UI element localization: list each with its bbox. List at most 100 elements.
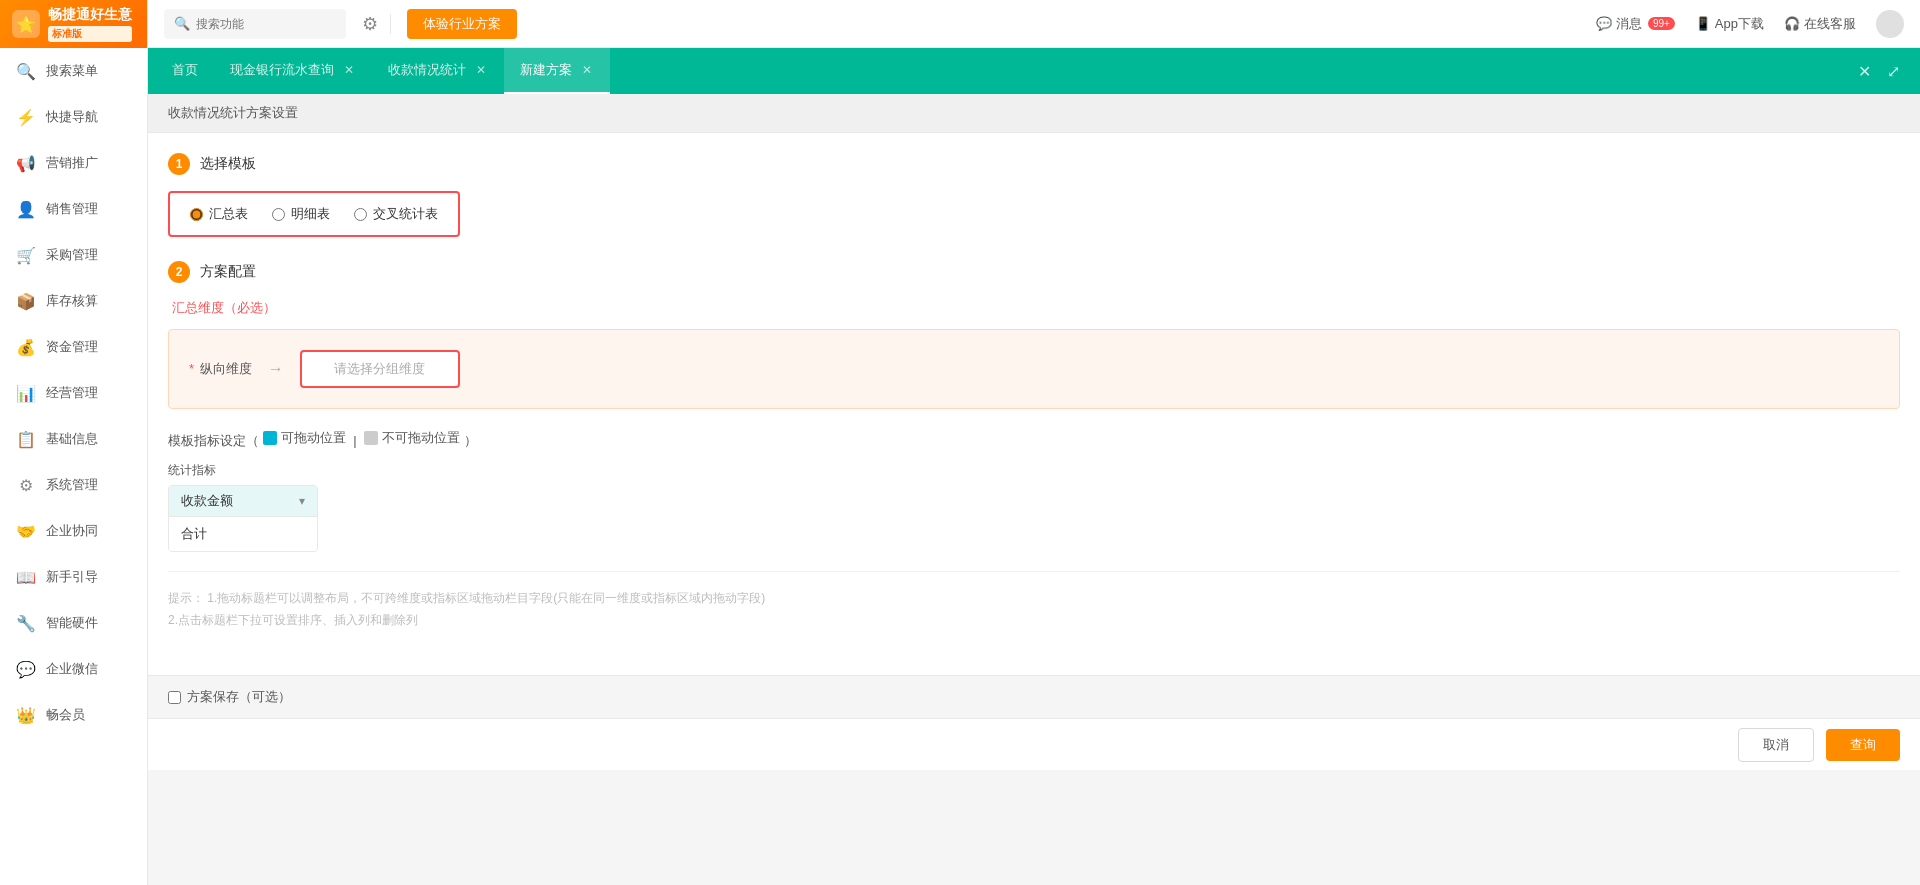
- download-icon: 📱: [1695, 16, 1711, 31]
- sidebar-item-sales[interactable]: 👤 销售管理: [0, 186, 147, 232]
- tab-home-label: 首页: [172, 61, 198, 79]
- sidebar-item-marketing[interactable]: 📢 营销推广: [0, 140, 147, 186]
- sidebar-item-quicknav[interactable]: ⚡ 快捷导航: [0, 94, 147, 140]
- sidebar-item-smart-hardware[interactable]: 🔧 智能硬件: [0, 600, 147, 646]
- sidebar-item-label: 销售管理: [46, 200, 98, 218]
- dimension-arrow: →: [268, 360, 284, 378]
- search-box[interactable]: 🔍: [164, 9, 346, 39]
- trial-button[interactable]: 体验行业方案: [407, 9, 517, 39]
- template-selection-box: 汇总表 明细表 交叉统计表: [168, 191, 460, 237]
- hint-area: 提示： 1.拖动标题栏可以调整布局，不可跨维度或指标区域拖动栏目字段(只能在同一…: [168, 571, 1900, 631]
- sidebar-item-label: 快捷导航: [46, 108, 98, 126]
- dimension-area: * 纵向维度 → 请选择分组维度: [168, 329, 1900, 409]
- content-area: 收款情况统计方案设置 1 选择模板 汇总表 明细表: [148, 94, 1920, 885]
- metrics-header-separator: |: [353, 433, 356, 448]
- sidebar-item-system[interactable]: ⚙ 系统管理: [0, 462, 147, 508]
- sidebar-item-guide[interactable]: 📖 新手引导: [0, 554, 147, 600]
- topbar-right: 💬 消息 99+ 📱 App下载 🎧 在线客服: [1596, 10, 1904, 38]
- radio-detail-input[interactable]: [272, 208, 285, 221]
- cancel-button[interactable]: 取消: [1738, 728, 1814, 762]
- metrics-row-label: 合计: [169, 517, 317, 551]
- tab-collection-close[interactable]: ✕: [474, 61, 488, 79]
- sales-icon: 👤: [16, 200, 36, 219]
- dimension-placeholder-box[interactable]: 请选择分组维度: [300, 350, 460, 388]
- metrics-chevron-icon[interactable]: ▾: [299, 494, 305, 508]
- gear-icon[interactable]: ⚙: [362, 13, 378, 35]
- radio-detail[interactable]: 明细表: [272, 205, 330, 223]
- tabbar: 首页 现金银行流水查询 ✕ 收款情况统计 ✕ 新建方案 ✕ ✕ ⤢: [148, 48, 1920, 94]
- tab-collection-label: 收款情况统计: [388, 61, 466, 79]
- required-mark: *: [189, 361, 194, 376]
- footer-buttons: 取消 查询: [148, 718, 1920, 770]
- radio-summary[interactable]: 汇总表: [190, 205, 248, 223]
- radio-cross-input[interactable]: [354, 208, 367, 221]
- purchase-icon: 🛒: [16, 246, 36, 265]
- support-icon: 🎧: [1784, 16, 1800, 31]
- sidebar-item-basic-info[interactable]: 📋 基础信息: [0, 416, 147, 462]
- tab-cashflow-close[interactable]: ✕: [342, 61, 356, 79]
- sidebar-item-label: 营销推广: [46, 154, 98, 172]
- user-avatar[interactable]: [1876, 10, 1904, 38]
- tabbar-actions: ✕ ⤢: [1854, 48, 1912, 94]
- finance-icon: 💰: [16, 338, 36, 357]
- smart-hardware-icon: 🔧: [16, 614, 36, 633]
- download-label: App下载: [1715, 15, 1764, 33]
- sidebar-item-label: 资金管理: [46, 338, 98, 356]
- tab-collection[interactable]: 收款情况统计 ✕: [372, 48, 504, 94]
- sidebar-item-enterprise-collab[interactable]: 🤝 企业协同: [0, 508, 147, 554]
- app-name: 畅捷通好生意: [48, 6, 132, 24]
- hint-text: 提示： 1.拖动标题栏可以调整布局，不可跨维度或指标区域拖动栏目字段(只能在同一…: [168, 588, 1900, 631]
- sidebar-item-label: 搜索菜单: [46, 62, 98, 80]
- metrics-layout: 统计指标 收款金额 ▾ 合计: [168, 462, 1900, 555]
- search-icon: 🔍: [16, 62, 36, 81]
- radio-summary-input[interactable]: [190, 208, 203, 221]
- tab-cashflow[interactable]: 现金银行流水查询 ✕: [214, 48, 372, 94]
- dimension-row: * 纵向维度 → 请选择分组维度: [189, 350, 460, 388]
- sidebar-item-label: 系统管理: [46, 476, 98, 494]
- tab-new-plan[interactable]: 新建方案 ✕: [504, 48, 610, 94]
- save-option-label: 方案保存（可选）: [187, 688, 291, 706]
- radio-cross-label: 交叉统计表: [373, 205, 438, 223]
- breadcrumb-text: 收款情况统计方案设置: [168, 105, 298, 120]
- support-item[interactable]: 🎧 在线客服: [1784, 15, 1856, 33]
- maximize-btn[interactable]: ⤢: [1883, 58, 1904, 85]
- sidebar-item-management[interactable]: 📊 经营管理: [0, 370, 147, 416]
- hint-title-row: 提示： 1.拖动标题栏可以调整布局，不可跨维度或指标区域拖动栏目字段(只能在同一…: [168, 588, 1900, 610]
- sidebar-item-inventory[interactable]: 📦 库存核算: [0, 278, 147, 324]
- content-body: 1 选择模板 汇总表 明细表 交叉统计表: [148, 133, 1920, 675]
- main-area: 🔍 ⚙ 体验行业方案 💬 消息 99+ 📱 App下载 🎧 在线客服: [148, 0, 1920, 885]
- query-button[interactable]: 查询: [1826, 729, 1900, 761]
- vip-icon: 👑: [16, 706, 36, 725]
- metrics-table-header[interactable]: 收款金额 ▾: [169, 486, 317, 517]
- marketing-icon: 📢: [16, 154, 36, 173]
- save-checkbox-input[interactable]: [168, 691, 181, 704]
- tab-home[interactable]: 首页: [156, 48, 214, 94]
- notification-badge: 99+: [1648, 17, 1675, 30]
- sidebar-item-search[interactable]: 🔍 搜索菜单: [0, 48, 147, 94]
- search-input[interactable]: [196, 17, 336, 31]
- notification-item[interactable]: 💬 消息 99+: [1596, 15, 1675, 33]
- notification-label: 消息: [1616, 15, 1642, 33]
- metrics-section-label: 统计指标: [168, 462, 318, 479]
- metrics-settings-label: 模板指标设定（ 可拖动位置 | 不可拖动位置 ）: [168, 429, 477, 450]
- save-option-checkbox[interactable]: 方案保存（可选）: [168, 688, 291, 706]
- metrics-header: 模板指标设定（ 可拖动位置 | 不可拖动位置 ）: [168, 429, 1900, 450]
- sidebar-item-label: 企业微信: [46, 660, 98, 678]
- sidebar-item-finance[interactable]: 💰 资金管理: [0, 324, 147, 370]
- search-icon: 🔍: [174, 16, 190, 31]
- sidebar-item-wechat[interactable]: 💬 企业微信: [0, 646, 147, 692]
- hint-title: 提示：: [168, 591, 204, 605]
- support-label: 在线客服: [1804, 15, 1856, 33]
- sidebar-item-label: 畅会员: [46, 706, 85, 724]
- notification-icon: 💬: [1596, 16, 1612, 31]
- close-window-btn[interactable]: ✕: [1854, 58, 1875, 85]
- step1-header: 1 选择模板: [168, 153, 1900, 175]
- sidebar-item-label: 库存核算: [46, 292, 98, 310]
- tab-new-plan-close[interactable]: ✕: [580, 61, 594, 79]
- metrics-col-label: 收款金额: [181, 492, 233, 510]
- radio-cross[interactable]: 交叉统计表: [354, 205, 438, 223]
- sidebar-item-purchase[interactable]: 🛒 采购管理: [0, 232, 147, 278]
- sidebar-item-vip[interactable]: 👑 畅会员: [0, 692, 147, 738]
- basic-info-icon: 📋: [16, 430, 36, 449]
- download-item[interactable]: 📱 App下载: [1695, 15, 1764, 33]
